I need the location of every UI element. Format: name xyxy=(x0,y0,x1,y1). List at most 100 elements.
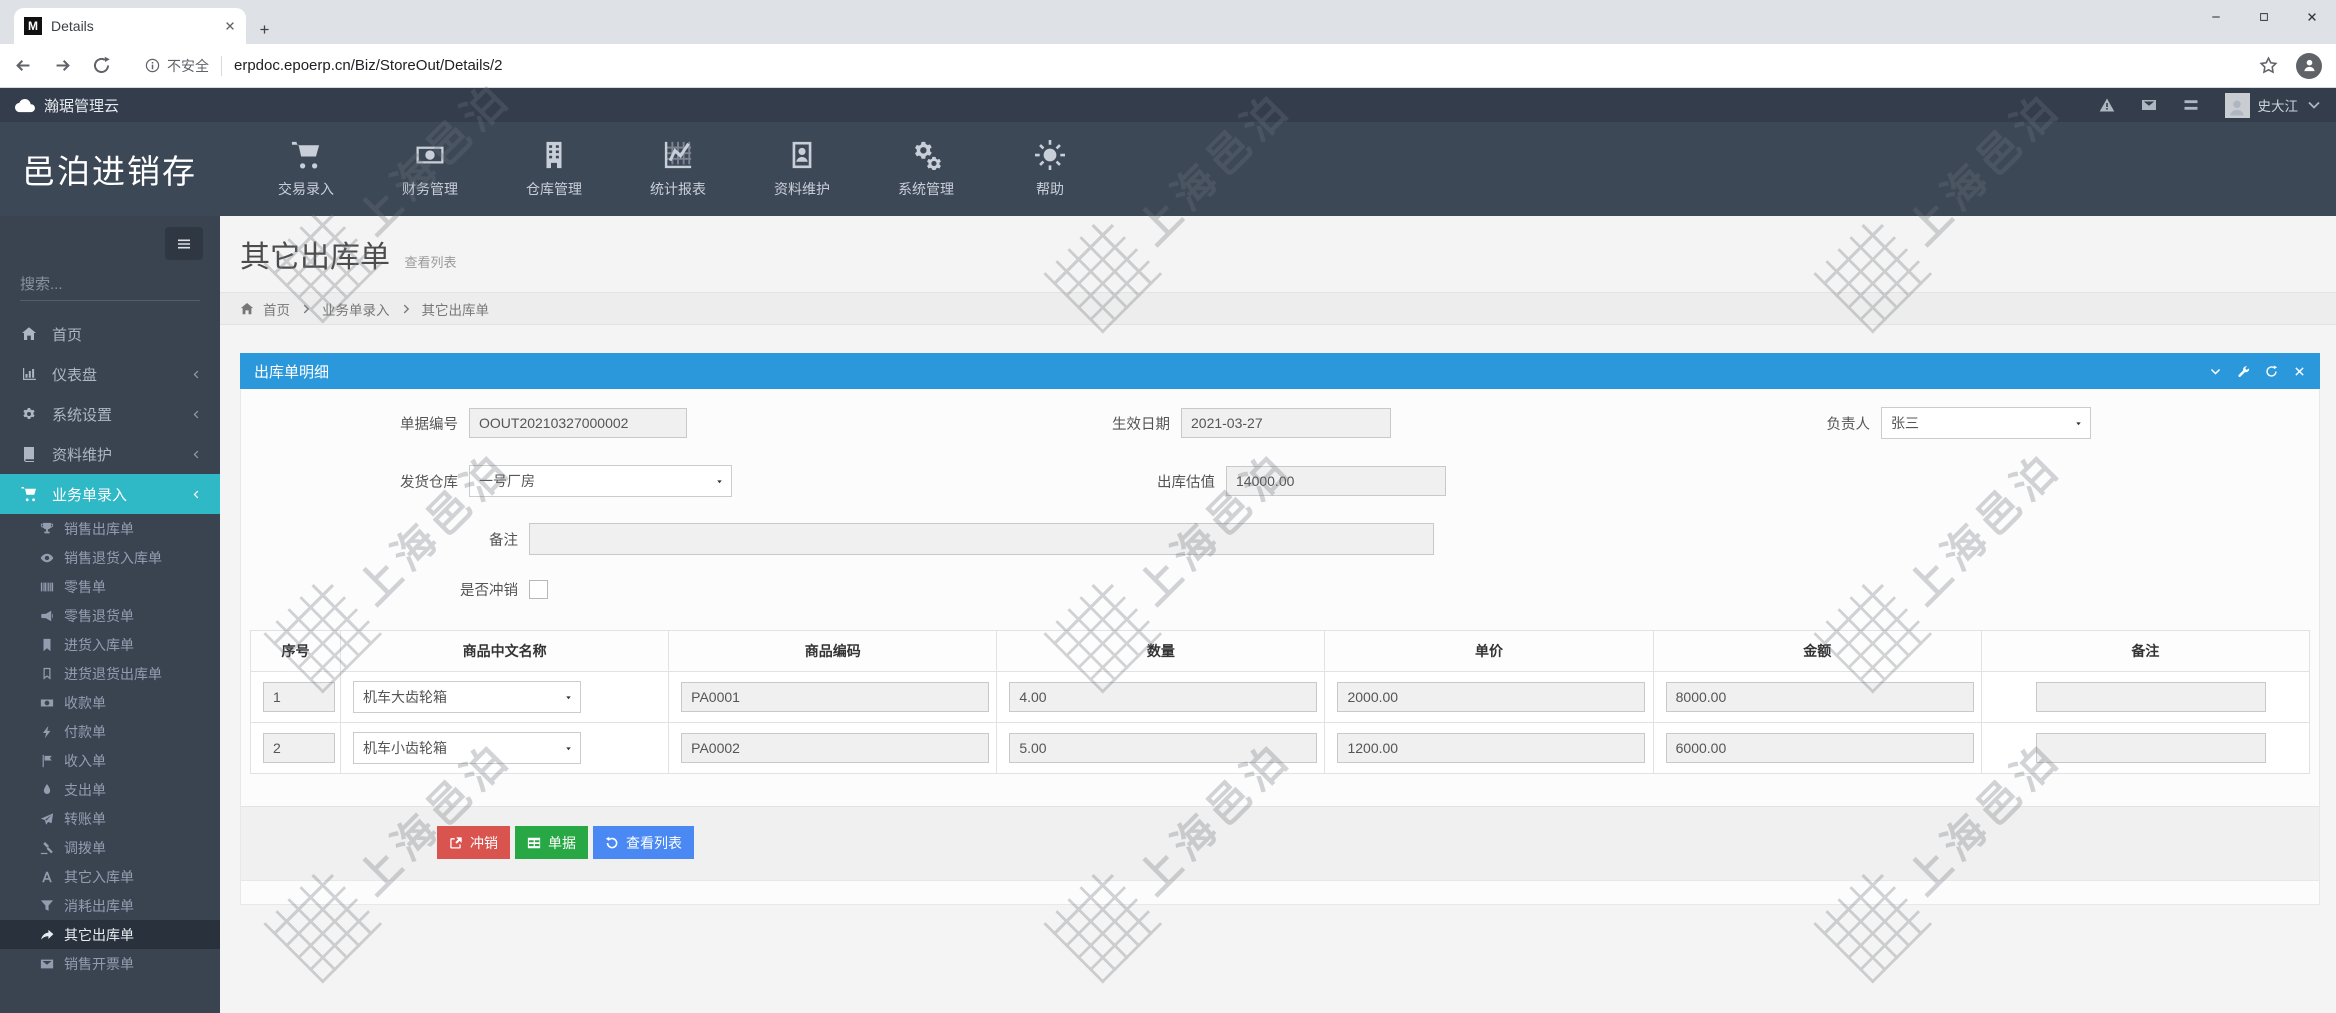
collapse-icon[interactable] xyxy=(2209,365,2222,378)
sidebar-search xyxy=(20,276,234,301)
effective-date-field[interactable] xyxy=(1181,408,1391,438)
bookmark-star-icon[interactable] xyxy=(2259,56,2278,75)
doc-no-field[interactable] xyxy=(469,408,687,438)
sidebar-item-business-entry[interactable]: 业务单录入 xyxy=(0,474,220,514)
sidebar-item-income[interactable]: 收入单 xyxy=(0,746,220,775)
row-remark-field[interactable] xyxy=(2036,682,2267,712)
warehouse-select[interactable]: 一号厂房 xyxy=(469,465,732,497)
sidebar-item-retail[interactable]: 零售单 xyxy=(0,572,220,601)
doc-no-label: 单据编号 xyxy=(400,416,458,433)
sidebar-item-receipt[interactable]: 收款单 xyxy=(0,688,220,717)
writeoff-label: 是否冲销 xyxy=(460,583,518,599)
url-text[interactable]: erpdoc.epoerp.cn/Biz/StoreOut/Details/2 xyxy=(234,57,502,74)
sidebar-item-data-maintenance[interactable]: 资料维护 xyxy=(0,434,220,474)
col-product-name: 商品中文名称 xyxy=(339,630,670,672)
row-code-field[interactable] xyxy=(681,733,990,763)
panel-bottom-padding xyxy=(240,881,2320,905)
sidebar-item-consume-outbound[interactable]: 消耗出库单 xyxy=(0,891,220,920)
sidebar-item-sales-outbound[interactable]: 销售出库单 xyxy=(0,514,220,543)
module-trade-entry[interactable]: 交易录入 xyxy=(244,140,368,199)
sidebar-item-dashboard[interactable]: 仪表盘 xyxy=(0,354,220,394)
user-menu[interactable]: 史大江 xyxy=(2224,92,2323,118)
sidebar-item-purchase-return-outbound[interactable]: 进货退货出库单 xyxy=(0,659,220,688)
sidebar-item-payment[interactable]: 付款单 xyxy=(0,717,220,746)
writeoff-icon xyxy=(449,836,463,850)
sidebar-item-system-settings[interactable]: 系统设置 xyxy=(0,394,220,434)
home-icon xyxy=(20,326,38,342)
outbound-value-field[interactable] xyxy=(1226,466,1446,496)
user-avatar xyxy=(2224,92,2250,118)
search-input[interactable] xyxy=(20,276,219,293)
page-title: 其它出库单 xyxy=(240,241,390,274)
refresh-icon[interactable] xyxy=(2265,364,2278,378)
sidebar-item-transfer-account[interactable]: 转账单 xyxy=(0,804,220,833)
sidebar-item-expense[interactable]: 支出单 xyxy=(0,775,220,804)
sidebar-item-sales-return-inbound[interactable]: 销售退货入库单 xyxy=(0,543,220,572)
owner-select[interactable]: 张三 xyxy=(1881,407,2091,439)
trophy-icon xyxy=(38,522,55,536)
app-brand: 瀚琚管理云 xyxy=(44,97,120,115)
browser-tab[interactable]: M Details xyxy=(14,8,246,44)
row-qty-field[interactable] xyxy=(1009,733,1318,763)
wrench-icon[interactable] xyxy=(2237,365,2250,378)
module-system[interactable]: 系统管理 xyxy=(864,140,988,199)
row-price-field[interactable] xyxy=(1337,733,1646,763)
sidebar-toggle-button[interactable] xyxy=(165,227,203,260)
sidebar-item-purchase-inbound[interactable]: 进货入库单 xyxy=(0,630,220,659)
close-icon[interactable] xyxy=(2293,365,2306,378)
module-warehouse[interactable]: 仓库管理 xyxy=(492,140,616,199)
sidebar-item-other-outbound[interactable]: 其它出库单 xyxy=(0,920,220,949)
sidebar-item-sales-invoice[interactable]: 销售开票单 xyxy=(0,949,220,978)
window-maximize-button[interactable] xyxy=(2240,0,2288,34)
person-icon xyxy=(2227,98,2247,118)
row-remark-field[interactable] xyxy=(2036,733,2267,763)
module-data-maintenance[interactable]: 资料维护 xyxy=(740,140,864,199)
module-reports[interactable]: 统计报表 xyxy=(616,140,740,199)
row-amount-field[interactable] xyxy=(1665,733,1974,763)
new-tab-button[interactable] xyxy=(258,23,271,36)
writeoff-checkbox[interactable] xyxy=(529,580,548,599)
row-price-field[interactable] xyxy=(1337,682,1646,712)
sidebar-item-retail-return[interactable]: 零售退货单 xyxy=(0,601,220,630)
remark-field[interactable] xyxy=(529,523,1434,555)
row-amount-field[interactable] xyxy=(1665,682,1974,712)
table-row: 机车大齿轮箱 xyxy=(250,671,2311,723)
col-seq: 序号 xyxy=(250,630,341,672)
breadcrumb-business-entry[interactable]: 业务单录入 xyxy=(322,299,390,319)
megaphone-icon xyxy=(38,609,55,623)
document-button[interactable]: 单据 xyxy=(515,826,588,859)
server-icon[interactable] xyxy=(2183,97,2199,113)
view-list-button[interactable]: 查看列表 xyxy=(593,826,694,859)
row-code-field[interactable] xyxy=(681,682,990,712)
items-table: 序号 商品中文名称 商品编码 数量 单价 金额 备注 1 机车大齿轮箱 PA00… xyxy=(250,630,2311,774)
row-product-select[interactable]: 机车小齿轮箱 xyxy=(353,732,581,764)
row-seq-field[interactable] xyxy=(263,682,335,712)
row-seq-field[interactable] xyxy=(263,733,335,763)
sidebar-item-home[interactable]: 首页 xyxy=(0,314,220,354)
chevron-left-icon xyxy=(191,369,202,380)
window-close-button[interactable] xyxy=(2288,0,2336,34)
sidebar-item-allocation[interactable]: 调拨单 xyxy=(0,833,220,862)
tab-close-icon[interactable] xyxy=(224,20,236,32)
security-indicator[interactable]: 不安全 xyxy=(145,56,209,76)
window-controls xyxy=(2192,0,2336,34)
back-button[interactable] xyxy=(14,56,33,75)
browser-profile-icon[interactable] xyxy=(2296,52,2322,79)
warning-icon[interactable] xyxy=(2099,97,2115,113)
caret-icon xyxy=(2074,419,2083,428)
col-amount: 金额 xyxy=(1652,630,1982,672)
breadcrumb-home[interactable]: 首页 xyxy=(263,299,290,319)
writeoff-button[interactable]: 冲销 xyxy=(437,826,510,859)
row-qty-field[interactable] xyxy=(1009,682,1318,712)
remark-label: 备注 xyxy=(489,532,518,549)
book-icon xyxy=(20,446,38,462)
reload-button[interactable] xyxy=(92,56,111,75)
page-subtitle[interactable]: 查看列表 xyxy=(404,255,456,270)
sidebar-item-other-inbound[interactable]: 其它入库单 xyxy=(0,862,220,891)
row-product-select[interactable]: 机车大齿轮箱 xyxy=(353,681,581,713)
window-minimize-button[interactable] xyxy=(2192,0,2240,34)
forward-button[interactable] xyxy=(53,56,72,75)
module-help[interactable]: 帮助 xyxy=(988,139,1112,199)
module-finance[interactable]: 财务管理 xyxy=(368,140,492,199)
envelope-icon[interactable] xyxy=(2141,97,2157,113)
